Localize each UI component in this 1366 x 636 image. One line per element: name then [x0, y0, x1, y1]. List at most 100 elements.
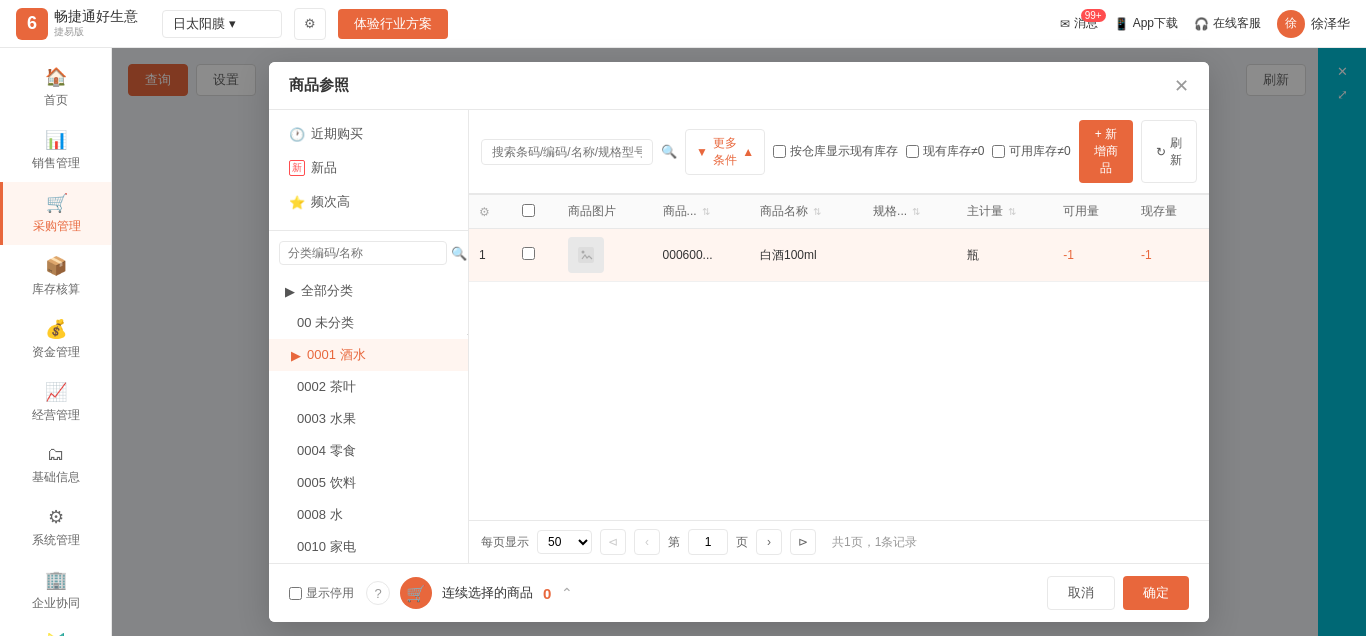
sort-spec-icon: ⇅	[912, 206, 920, 217]
add-product-button[interactable]: + 新增商品	[1079, 120, 1133, 183]
modal-close-button[interactable]: ✕	[1174, 77, 1189, 95]
nav-right: ✉ 消息 99+ 📱 App下载 🎧 在线客服 徐 徐泽华	[1060, 10, 1350, 38]
logo-sub: 捷易版	[54, 25, 138, 39]
tree-item-fruit[interactable]: 0003 水果	[269, 403, 468, 435]
category-search-row: 🔍	[269, 235, 468, 271]
right-panel: 🔍 ▼ 更多条件 ▲ 按仓库显示现有库存	[469, 110, 1209, 563]
page-number-input[interactable]	[688, 529, 728, 555]
usable-checkbox-text: 可用库存≠0	[1009, 143, 1070, 160]
prev-page-button[interactable]: ‹	[634, 529, 660, 555]
operations-icon: 📈	[45, 381, 67, 403]
search-icon[interactable]: 🔍	[661, 144, 677, 159]
sidebar-item-basic[interactable]: 🗂 基础信息	[0, 434, 111, 496]
refresh-button[interactable]: ↻ 刷新	[1141, 120, 1197, 183]
modal-title: 商品参照	[289, 76, 349, 95]
table-row[interactable]: 1 000600... 白酒100ml	[469, 229, 1209, 282]
col-code[interactable]: 商品... ⇅	[653, 195, 750, 229]
row-checkbox[interactable]	[522, 247, 535, 260]
confirm-button[interactable]: 确定	[1123, 576, 1189, 610]
product-search-input[interactable]	[481, 139, 653, 165]
col-gear[interactable]: ⚙	[469, 195, 512, 229]
sidebar-item-guide[interactable]: 🔰 新手引导	[0, 622, 111, 636]
cell-checkbox[interactable]	[512, 229, 558, 282]
toolbar-right: + 新增商品 ↻ 刷新	[1079, 120, 1197, 183]
cell-index: 1	[469, 229, 512, 282]
trial-button[interactable]: 体验行业方案	[338, 9, 448, 39]
sidebar-label-operations: 经营管理	[32, 407, 80, 424]
sidebar-item-operations[interactable]: 📈 经营管理	[0, 371, 111, 434]
cell-code: 000600...	[653, 229, 750, 282]
category-search-icon[interactable]: 🔍	[451, 246, 467, 261]
sidebar-item-enterprise[interactable]: 🏢 企业协同	[0, 559, 111, 622]
app-download-item[interactable]: 📱 App下载	[1114, 15, 1178, 32]
cell-image	[558, 229, 653, 282]
tree-item-drinks[interactable]: 0005 饮料	[269, 467, 468, 499]
message-item[interactable]: ✉ 消息 99+	[1060, 15, 1098, 32]
tree-item-uncategorized[interactable]: 00 未分类	[269, 307, 468, 339]
category-search-input[interactable]	[279, 241, 447, 265]
sidebar-item-home[interactable]: 🏠 首页	[0, 56, 111, 119]
tree-item-appliances[interactable]: 0010 家电	[269, 531, 468, 563]
col-checkbox[interactable]	[512, 195, 558, 229]
usable-checkbox-label[interactable]: 可用库存≠0	[992, 143, 1070, 160]
online-service-item[interactable]: 🎧 在线客服	[1194, 15, 1261, 32]
warehouse-checkbox-text: 按仓库显示现有库存	[790, 143, 898, 160]
chevron-up-icon[interactable]: ⌃	[561, 585, 573, 601]
purchase-icon: 🛒	[46, 192, 68, 214]
tree-item-all[interactable]: ▶ 全部分类	[269, 275, 468, 307]
sidebar-item-inventory[interactable]: 📦 库存核算	[0, 245, 111, 308]
available-checkbox-text: 现有库存≠0	[923, 143, 984, 160]
help-button[interactable]: ?	[366, 581, 390, 605]
sidebar-item-finance[interactable]: 💰 资金管理	[0, 308, 111, 371]
settings-button[interactable]: ⚙	[294, 8, 326, 40]
display-stopped-label: 显示停用	[306, 585, 354, 602]
last-page-button[interactable]: ⊳	[790, 529, 816, 555]
tab-recent-purchase[interactable]: 🕐 近期购买	[279, 118, 458, 150]
cell-name: 白酒100ml	[750, 229, 863, 282]
tree-item-tea[interactable]: 0002 茶叶	[269, 371, 468, 403]
system-icon: ⚙	[48, 506, 64, 528]
warehouse-checkbox[interactable]	[773, 145, 786, 158]
user-area[interactable]: 徐 徐泽华	[1277, 10, 1350, 38]
store-selector[interactable]: 日太阳膜 ▾	[162, 10, 282, 38]
first-page-button[interactable]: ⊲	[600, 529, 626, 555]
sidebar-item-sales[interactable]: 📊 销售管理	[0, 119, 111, 182]
sort-code-icon: ⇅	[702, 206, 710, 217]
tab-frequent[interactable]: ⭐ 频次高	[279, 186, 458, 218]
sidebar-label-purchase: 采购管理	[33, 218, 81, 235]
next-page-button[interactable]: ›	[756, 529, 782, 555]
message-icon: ✉	[1060, 17, 1070, 31]
select-all-checkbox[interactable]	[522, 204, 535, 217]
filter-label: 更多条件	[712, 135, 738, 169]
refresh-icon: ↻	[1156, 145, 1166, 159]
col-unit[interactable]: 主计量 ⇅	[957, 195, 1053, 229]
sidebar-item-system[interactable]: ⚙ 系统管理	[0, 496, 111, 559]
cancel-button[interactable]: 取消	[1047, 576, 1115, 610]
tree-item-snack[interactable]: 0004 零食	[269, 435, 468, 467]
modal-footer: 显示停用 ? 🛒 连续选择的商品 0 ⌃ 取消 确定	[269, 563, 1209, 622]
col-name[interactable]: 商品名称 ⇅	[750, 195, 863, 229]
available-checkbox-label[interactable]: 现有库存≠0	[906, 143, 984, 160]
tree-item-water[interactable]: 0008 水	[269, 499, 468, 531]
basic-icon: 🗂	[47, 444, 65, 465]
sidebar: 🏠 首页 📊 销售管理 🛒 采购管理 📦 库存核算 💰 资金管理 📈 经营管理 …	[0, 48, 112, 636]
available-checkbox[interactable]	[906, 145, 919, 158]
filter-more-button[interactable]: ▼ 更多条件 ▲	[685, 129, 765, 175]
tree-item-liquor[interactable]: ▶ 0001 酒水	[269, 339, 468, 371]
sidebar-label-inventory: 库存核算	[32, 281, 80, 298]
usable-checkbox[interactable]	[992, 145, 1005, 158]
enterprise-icon: 🏢	[45, 569, 67, 591]
sidebar-item-purchase[interactable]: 🛒 采购管理	[0, 182, 111, 245]
refresh-label: 刷新	[1170, 135, 1182, 169]
app-download-label: App下载	[1133, 15, 1178, 32]
col-image: 商品图片	[558, 195, 653, 229]
per-page-label: 每页显示	[481, 534, 529, 551]
left-panel: 🕐 近期购买 新 新品 ⭐ 频次高	[269, 110, 469, 563]
display-stopped-checkbox[interactable]	[289, 587, 302, 600]
warehouse-checkbox-label[interactable]: 按仓库显示现有库存	[773, 143, 898, 160]
col-spec[interactable]: 规格... ⇅	[863, 195, 957, 229]
product-thumbnail	[568, 237, 604, 273]
per-page-select[interactable]: 50 100 200	[537, 530, 592, 554]
pagination-bar: 每页显示 50 100 200 ⊲ ‹ 第 页 ›	[469, 520, 1209, 563]
tab-new-products[interactable]: 新 新品	[279, 152, 458, 184]
